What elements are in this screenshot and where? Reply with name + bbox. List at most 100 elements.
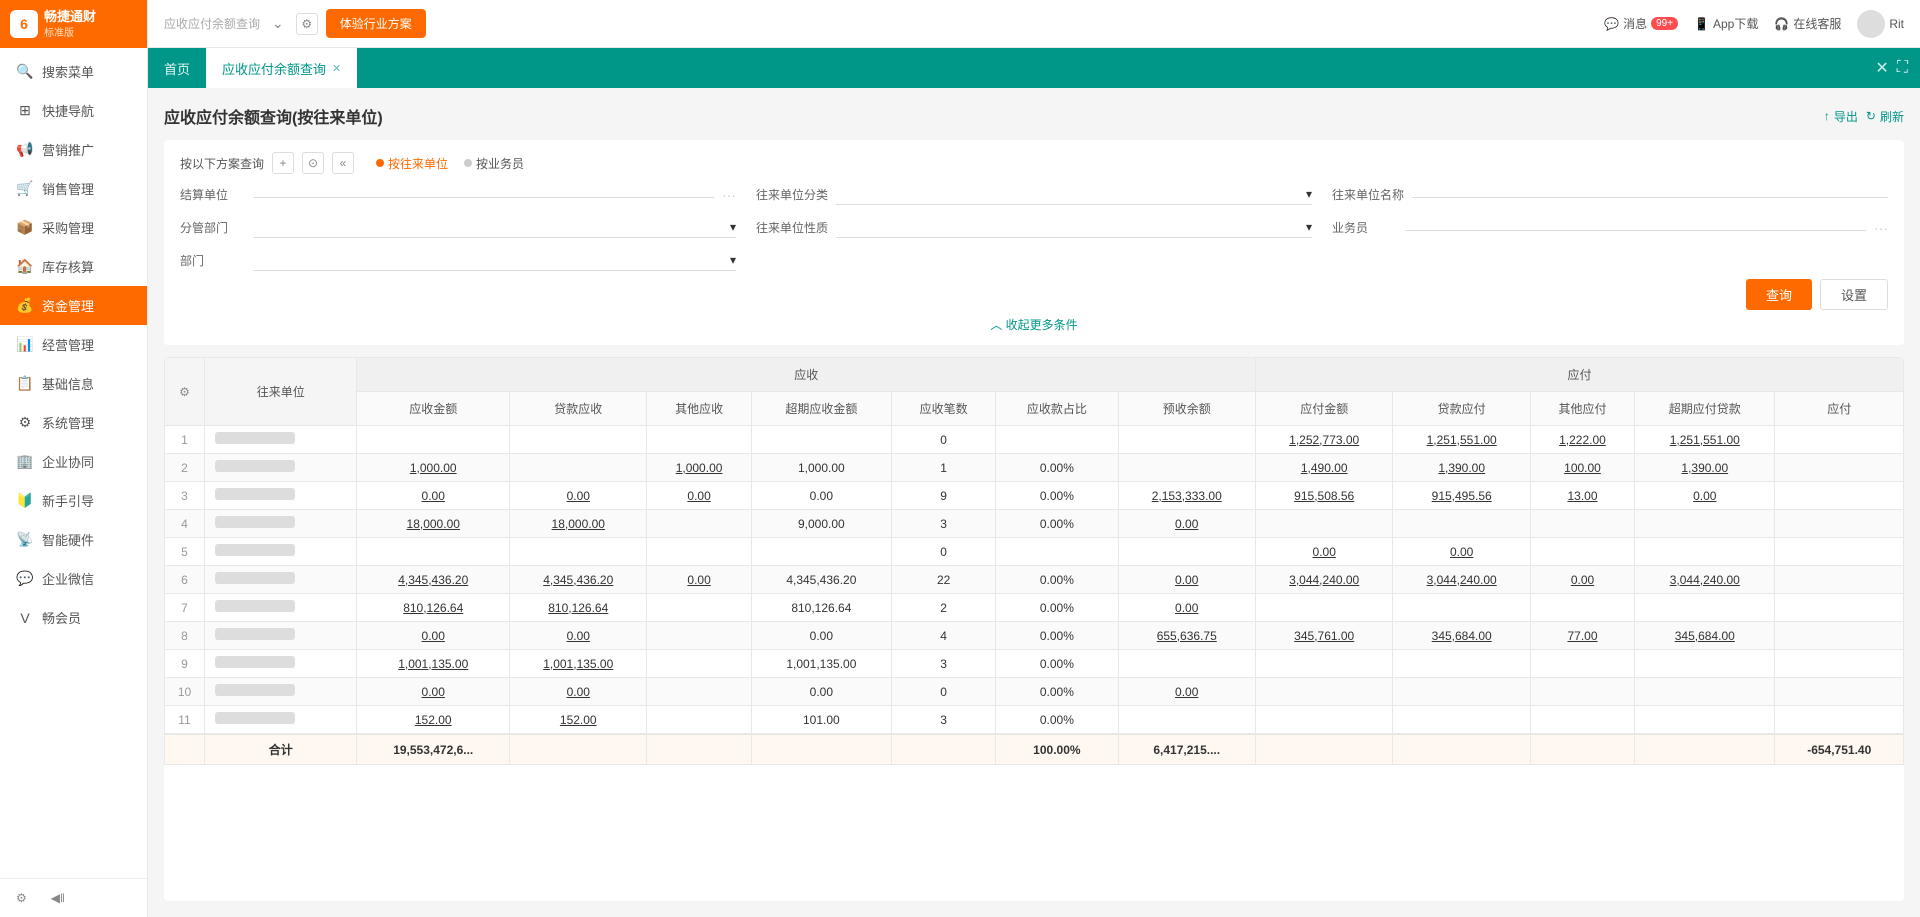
scheme-settings-btn[interactable]: ⊙ (302, 152, 324, 174)
sidebar-settings-btn[interactable]: ⚙ (8, 887, 35, 909)
row-receivable-count: 9 (892, 482, 996, 510)
footer-ratio: 100.00% (996, 734, 1118, 765)
settlement-dots-btn[interactable]: ··· (722, 187, 736, 203)
tab-home[interactable]: 首页 (148, 48, 206, 88)
row-receivable-ratio: 0.00% (996, 706, 1118, 735)
sidebar-item-member[interactable]: V畅会员 (0, 598, 147, 637)
dept-select[interactable]: ▾ (253, 250, 736, 271)
sidebar-item-enterprise[interactable]: 🏢企业协同 (0, 442, 147, 481)
member-icon: V (16, 610, 34, 626)
sidebar-item-sales[interactable]: 🛒销售管理 (0, 169, 147, 208)
header-config-btn[interactable]: ⚙ (296, 13, 318, 35)
service-action[interactable]: 🎧 在线客服 (1774, 15, 1841, 32)
query-button[interactable]: 查询 (1746, 279, 1812, 310)
partner-blurred (215, 544, 295, 556)
partner-blurred (215, 628, 295, 640)
row-payable-amount: 345,761.00 (1255, 622, 1392, 650)
col-advance-balance: 预收余额 (1118, 392, 1255, 426)
tab-maximize-icon[interactable]: ⛶ (1897, 59, 1908, 77)
partner-blurred (215, 572, 295, 584)
scheme-collapse-btn[interactable]: « (332, 152, 354, 174)
row-loan-payable (1393, 650, 1530, 678)
refresh-button[interactable]: ↻ 刷新 (1866, 108, 1904, 125)
sidebar-item-inventory[interactable]: 🏠库存核算 (0, 247, 147, 286)
sidebar-item-marketing[interactable]: 📢营销推广 (0, 130, 147, 169)
footer-empty5 (892, 734, 996, 765)
header-gear-btn[interactable]: ⌄ (268, 11, 288, 36)
row-overdue-payable: 3,044,240.00 (1635, 566, 1775, 594)
row-receivable-count: 3 (892, 650, 996, 678)
search-field-partner-name: 往来单位名称 (1332, 184, 1888, 205)
footer-label: 合计 (205, 734, 357, 765)
partner-blurred (215, 516, 295, 528)
row-overdue-payable (1635, 510, 1775, 538)
dept-manager-arrow: ▾ (730, 220, 736, 234)
sidebar-item-wechat[interactable]: 💬企业微信 (0, 559, 147, 598)
sidebar-item-guide[interactable]: 🔰 新手引导 (0, 481, 147, 520)
partner-nature-select[interactable]: ▾ (836, 217, 1312, 238)
row-receivable-count: 0 (892, 678, 996, 706)
search-field-dept-manager: 分管部门 ▾ (180, 217, 736, 238)
row-loan-payable (1393, 678, 1530, 706)
row-partner (205, 622, 357, 650)
partner-nature-label: 往来单位性质 (756, 219, 828, 236)
guide-icon: 🔰 (16, 492, 34, 509)
footer-empty (165, 734, 205, 765)
sidebar-item-operation[interactable]: 📊经营管理 (0, 325, 147, 364)
export-label: 导出 (1834, 108, 1858, 125)
row-other-receivable (647, 650, 751, 678)
sidebar-item-system[interactable]: ⚙系统管理 (0, 403, 147, 442)
row-receivable-count: 3 (892, 510, 996, 538)
tab-close-window-icon[interactable]: ✕ (1875, 58, 1888, 78)
row-other-receivable: 1,000.00 (647, 454, 751, 482)
filter-tab-partner[interactable]: 按往来单位 (370, 153, 454, 174)
row-advance-balance: 0.00 (1118, 594, 1255, 622)
row-overdue-receivable: 0.00 (751, 482, 891, 510)
row-payable-extra (1775, 650, 1904, 678)
sidebar-item-basic[interactable]: 📋基础信息 (0, 364, 147, 403)
row-partner (205, 594, 357, 622)
row-overdue-payable (1635, 594, 1775, 622)
row-advance-balance: 0.00 (1118, 510, 1255, 538)
row-other-receivable (647, 426, 751, 454)
app-download-action[interactable]: 📱 App下载 (1694, 15, 1758, 32)
row-other-receivable (647, 594, 751, 622)
salesman-dots-btn[interactable]: ··· (1874, 220, 1888, 236)
tab-query[interactable]: 应收应付余额查询 ✕ (206, 48, 357, 88)
partner-category-select[interactable]: ▾ (836, 184, 1312, 205)
dept-manager-label: 分管部门 (180, 219, 245, 236)
partner-name-input[interactable] (1412, 191, 1888, 198)
collapse-button[interactable]: ︿ 收起更多条件 (180, 316, 1888, 333)
sidebar-item-search[interactable]: 🔍搜索菜单 (0, 52, 147, 91)
message-action[interactable]: 💬 消息 99+ (1604, 15, 1678, 32)
setting-button[interactable]: 设置 (1820, 279, 1888, 310)
sidebar-collapse-btn[interactable]: ◀‖ (43, 887, 73, 909)
row-partner (205, 510, 357, 538)
row-loan-receivable: 0.00 (510, 622, 647, 650)
dept-manager-select[interactable]: ▾ (253, 217, 736, 238)
promo-button[interactable]: 体验行业方案 (326, 9, 426, 38)
sidebar-label-guide: 新手引导 (42, 491, 94, 510)
row-loan-receivable: 18,000.00 (510, 510, 647, 538)
filter-tab-salesman[interactable]: 按业务员 (458, 153, 530, 174)
sidebar-item-quick[interactable]: ⊞快捷导航 (0, 91, 147, 130)
col-receivable-ratio: 应收款占比 (996, 392, 1118, 426)
refresh-icon: ↻ (1866, 109, 1876, 123)
page-header: 应收应付余额查询(按往来单位) ↑ 导出 ↻ 刷新 (164, 104, 1904, 128)
sidebar-item-purchase[interactable]: 📦采购管理 (0, 208, 147, 247)
row-receivable-ratio (996, 426, 1118, 454)
user-info[interactable]: Rit (1857, 10, 1904, 38)
row-advance-balance (1118, 426, 1255, 454)
sidebar-item-hardware[interactable]: 📡智能硬件 (0, 520, 147, 559)
add-scheme-btn[interactable]: + (272, 152, 294, 174)
table-settings-icon[interactable]: ⚙ (179, 385, 190, 399)
sidebar-item-finance[interactable]: 💰资金管理 (0, 286, 147, 325)
row-loan-receivable: 0.00 (510, 678, 647, 706)
row-partner (205, 678, 357, 706)
row-receivable-amount: 1,001,135.00 (357, 650, 510, 678)
row-other-receivable (647, 622, 751, 650)
col-overdue-payable: 超期应付贷款 (1635, 392, 1775, 426)
footer-empty4 (751, 734, 891, 765)
export-button[interactable]: ↑ 导出 (1824, 108, 1858, 125)
tab-close-icon[interactable]: ✕ (332, 62, 341, 75)
